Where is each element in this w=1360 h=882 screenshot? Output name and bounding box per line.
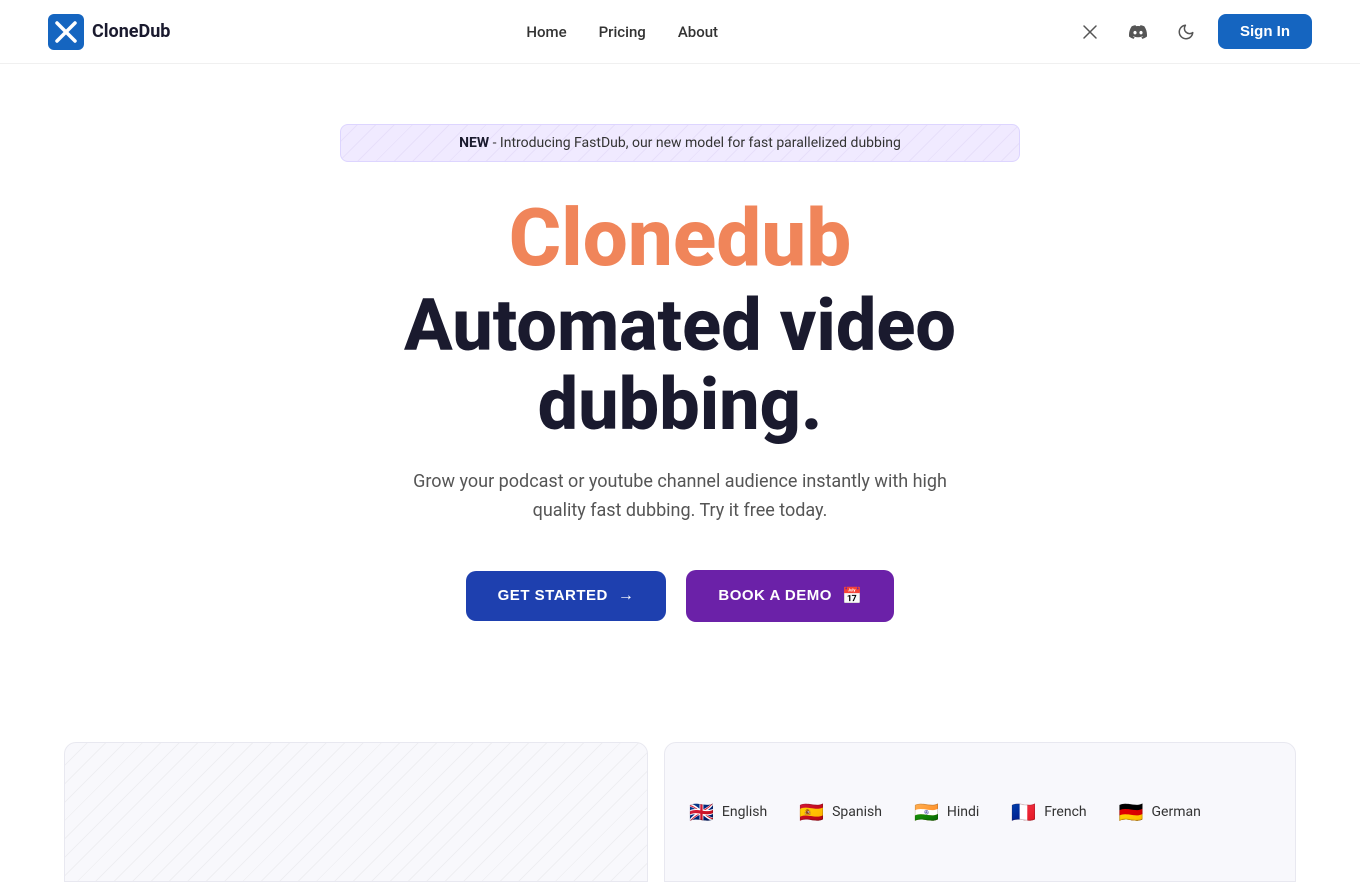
logo-icon — [48, 14, 84, 50]
dark-mode-toggle[interactable] — [1170, 16, 1202, 48]
hero-title-line1: Automated video — [404, 283, 956, 368]
new-badge: NEW — [459, 135, 489, 151]
nav-link-about[interactable]: About — [678, 23, 718, 41]
nav-links: Home Pricing About — [526, 23, 718, 41]
hero-section: NEW - Introducing FastDub, our new model… — [0, 64, 1360, 662]
book-demo-button[interactable]: BOOK A DEMO 📅 — [686, 570, 894, 622]
hero-subtitle: Grow your podcast or youtube channel aud… — [400, 468, 960, 526]
twitter-icon-button[interactable] — [1074, 16, 1106, 48]
banner-body-text: - Introducing FastDub, our new model for… — [489, 135, 901, 151]
language-item-english: 🇬🇧 English — [689, 800, 767, 824]
language-label-hindi: Hindi — [947, 804, 979, 820]
hero-title-line2: dubbing. — [538, 362, 823, 447]
flag-french: 🇫🇷 — [1011, 800, 1036, 824]
language-label-german: German — [1152, 804, 1201, 820]
bottom-preview-section: 🇬🇧 English 🇪🇸 Spanish 🇮🇳 Hindi 🇫🇷 French… — [0, 742, 1360, 882]
language-label-french: French — [1044, 804, 1086, 820]
flag-hindi: 🇮🇳 — [914, 800, 939, 824]
language-item-german: 🇩🇪 German — [1119, 800, 1201, 824]
nav-right: Sign In — [1074, 14, 1312, 49]
flag-spanish: 🇪🇸 — [799, 800, 824, 824]
get-started-label: GET STARTED — [498, 587, 608, 604]
sign-in-button[interactable]: Sign In — [1218, 14, 1312, 49]
get-started-button[interactable]: GET STARTED → — [466, 571, 667, 621]
preview-card-left — [64, 742, 648, 882]
preview-card-languages: 🇬🇧 English 🇪🇸 Spanish 🇮🇳 Hindi 🇫🇷 French… — [664, 742, 1296, 882]
language-label-english: English — [722, 804, 767, 820]
calendar-icon: 📅 — [842, 586, 862, 606]
logo-text: CloneDub — [92, 21, 170, 42]
arrow-right-icon: → — [618, 587, 635, 605]
book-demo-label: BOOK A DEMO — [718, 587, 832, 604]
language-label-spanish: Spanish — [832, 804, 882, 820]
hero-title-main: Automated video dubbing. — [404, 286, 956, 444]
navbar: CloneDub Home Pricing About Sign In — [0, 0, 1360, 64]
flag-german: 🇩🇪 — [1119, 800, 1144, 824]
nav-logo[interactable]: CloneDub — [48, 14, 170, 50]
flag-english: 🇬🇧 — [689, 800, 714, 824]
nav-link-pricing[interactable]: Pricing — [599, 23, 646, 41]
language-item-spanish: 🇪🇸 Spanish — [799, 800, 882, 824]
nav-link-home[interactable]: Home — [526, 23, 566, 41]
discord-icon-button[interactable] — [1122, 16, 1154, 48]
hero-cta-group: GET STARTED → BOOK A DEMO 📅 — [466, 570, 895, 622]
banner-text: NEW - Introducing FastDub, our new model… — [365, 135, 995, 151]
new-announcement-banner: NEW - Introducing FastDub, our new model… — [340, 124, 1020, 162]
language-item-french: 🇫🇷 French — [1011, 800, 1086, 824]
hero-title-brand: Clonedub — [509, 198, 852, 278]
language-item-hindi: 🇮🇳 Hindi — [914, 800, 979, 824]
